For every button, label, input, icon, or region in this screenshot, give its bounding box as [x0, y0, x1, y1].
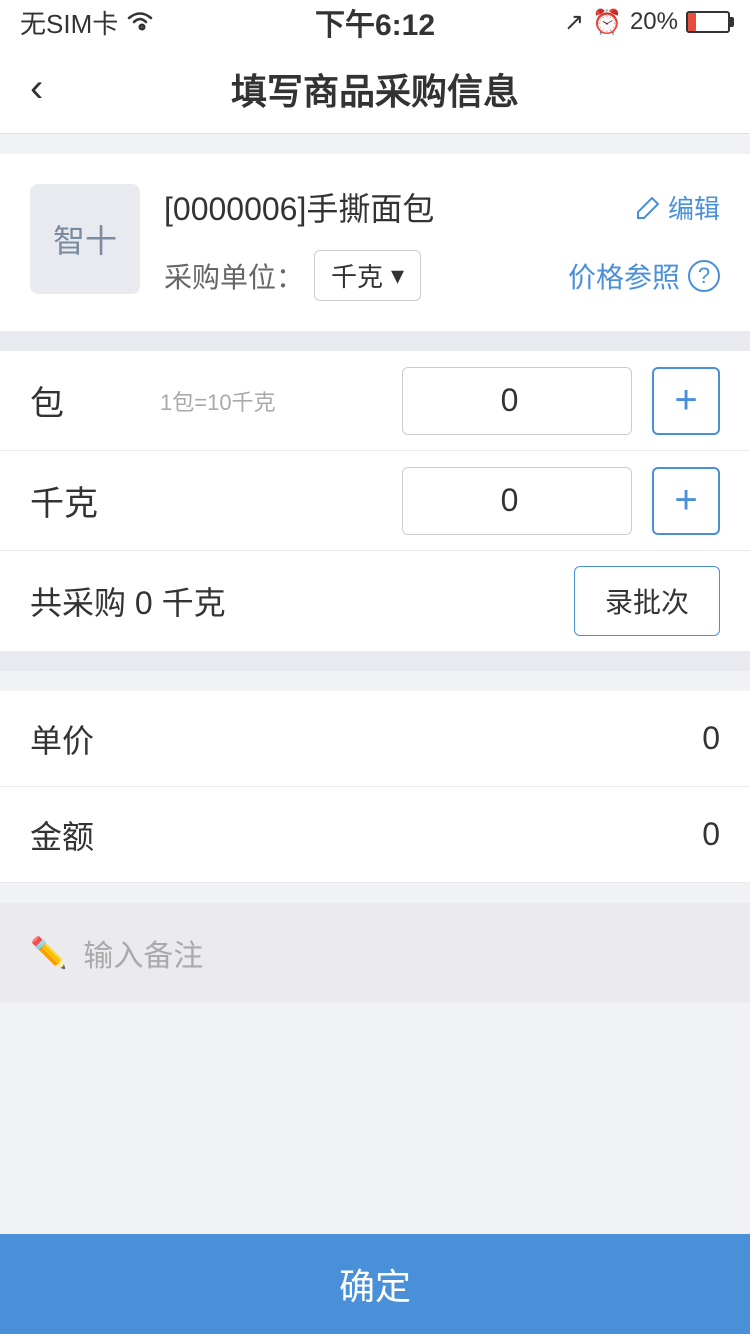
price-section: 单价 0 金额 0 — [0, 691, 750, 883]
amount-value: 0 — [702, 816, 720, 853]
product-name-row: [0000006]手撕面包 编辑 — [164, 184, 720, 230]
help-icon: ? — [688, 260, 720, 292]
unit-price-label: 单价 — [30, 716, 94, 762]
back-button[interactable]: ‹ — [30, 66, 43, 111]
batch-button[interactable]: 录批次 — [574, 566, 720, 636]
footer-spacer — [0, 1003, 750, 1123]
remark-section[interactable]: ✏️ 输入备注 — [0, 903, 750, 1003]
confirm-button[interactable]: 确定 — [339, 1258, 411, 1310]
battery-percent: 20% — [630, 8, 678, 36]
status-right: ↗ ⏰ 20% — [564, 8, 730, 37]
status-bar: 无SIM卡 下午6:12 ↗ ⏰ 20% — [0, 0, 750, 44]
kg-input-row: 千克 + — [0, 451, 750, 551]
chevron-down-icon: ▾ — [391, 260, 404, 291]
kg-input[interactable] — [402, 467, 632, 535]
bag-input-row: 包 1包=10千克 + — [0, 351, 750, 451]
product-thumbnail: 智十 — [30, 184, 140, 294]
bag-plus-button[interactable]: + — [652, 367, 720, 435]
amount-label: 金额 — [30, 812, 94, 858]
bag-sublabel: 1包=10千克 — [160, 385, 276, 417]
pencil-icon: ✏️ — [30, 936, 67, 971]
status-time: 下午6:12 — [315, 0, 435, 44]
status-left: 无SIM卡 — [20, 4, 154, 41]
remark-placeholder: 输入备注 — [83, 931, 203, 975]
product-card: 智十 [0000006]手撕面包 编辑 采购单位： 千克 ▾ — [0, 154, 750, 331]
total-text: 共采购 0 千克 — [30, 578, 226, 624]
wifi-icon — [126, 7, 154, 38]
bag-input[interactable] — [402, 367, 632, 435]
bag-input-right: + — [276, 367, 720, 435]
kg-label: 千克 — [30, 476, 150, 525]
amount-row: 金额 0 — [0, 787, 750, 883]
price-ref-button[interactable]: 价格参照 ? — [568, 256, 720, 296]
product-name: [0000006]手撕面包 — [164, 184, 434, 230]
section-divider-1 — [0, 331, 750, 351]
nav-bar: ‹ 填写商品采购信息 — [0, 44, 750, 134]
unit-price-value: 0 — [702, 720, 720, 757]
kg-plus-button[interactable]: + — [652, 467, 720, 535]
product-unit-row: 采购单位： 千克 ▾ 价格参照 ? — [164, 250, 720, 301]
unit-select[interactable]: 千克 ▾ — [314, 250, 421, 301]
page-title: 填写商品采购信息 — [231, 63, 519, 115]
total-row: 共采购 0 千克 录批次 — [0, 551, 750, 651]
edit-button[interactable]: 编辑 — [636, 189, 720, 226]
bag-label: 包 — [30, 376, 150, 425]
product-thumb-logo: 智十 — [53, 216, 117, 262]
kg-input-right: + — [150, 467, 720, 535]
section-divider-2 — [0, 651, 750, 671]
confirm-footer[interactable]: 确定 — [0, 1234, 750, 1334]
location-icon: ↗ — [564, 8, 584, 37]
alarm-icon: ⏰ — [592, 8, 622, 37]
carrier-label: 无SIM卡 — [20, 4, 118, 41]
input-section: 包 1包=10千克 + 千克 + — [0, 351, 750, 551]
unit-label: 采购单位： — [164, 256, 304, 296]
battery-icon — [686, 11, 730, 33]
product-info: [0000006]手撕面包 编辑 采购单位： 千克 ▾ 价格参照 ? — [164, 184, 720, 301]
unit-price-row: 单价 0 — [0, 691, 750, 787]
